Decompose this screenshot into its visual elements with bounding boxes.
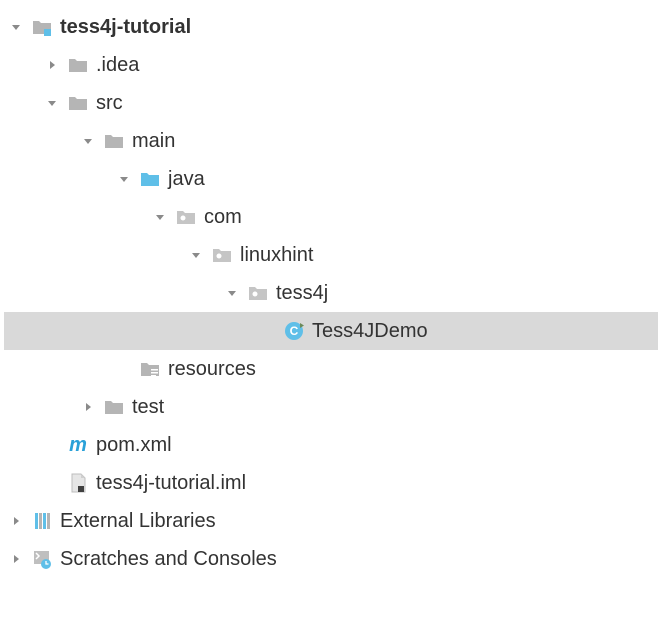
tree-row-test[interactable]: test — [4, 388, 658, 426]
chevron-down-icon[interactable] — [152, 209, 168, 225]
resources-label: resources — [168, 358, 256, 381]
folder-icon — [102, 395, 126, 419]
libraries-icon — [30, 509, 54, 533]
package-icon — [246, 281, 270, 305]
tree-row-tess4j-pkg[interactable]: tess4j — [4, 274, 658, 312]
external-libraries-label: External Libraries — [60, 510, 216, 533]
chevron-down-icon[interactable] — [44, 95, 60, 111]
maven-icon: m — [66, 433, 90, 457]
chevron-down-icon[interactable] — [116, 171, 132, 187]
svg-text:C: C — [290, 324, 299, 338]
tree-row-resources[interactable]: resources — [4, 350, 658, 388]
folder-icon — [102, 129, 126, 153]
chevron-down-icon[interactable] — [8, 19, 24, 35]
folder-icon — [66, 91, 90, 115]
source-folder-icon — [138, 167, 162, 191]
package-icon — [210, 243, 234, 267]
tree-row-project[interactable]: tess4j-tutorial — [4, 8, 658, 46]
tree-row-linuxhint[interactable]: linuxhint — [4, 236, 658, 274]
project-folder-icon — [30, 15, 54, 39]
iml-file-icon — [66, 471, 90, 495]
tree-row-idea[interactable]: .idea — [4, 46, 658, 84]
src-label: src — [96, 92, 123, 115]
test-label: test — [132, 396, 164, 419]
java-class-icon: C — [282, 319, 306, 343]
folder-icon — [66, 53, 90, 77]
tree-row-scratches[interactable]: Scratches and Consoles — [4, 540, 658, 578]
pom-label: pom.xml — [96, 434, 172, 457]
tree-row-src[interactable]: src — [4, 84, 658, 122]
scratches-icon — [30, 547, 54, 571]
tree-row-pom[interactable]: m pom.xml — [4, 426, 658, 464]
chevron-right-icon[interactable] — [8, 551, 24, 567]
package-icon — [174, 205, 198, 229]
chevron-down-icon[interactable] — [188, 247, 204, 263]
main-label: main — [132, 130, 175, 153]
chevron-down-icon[interactable] — [224, 285, 240, 301]
tess4j-pkg-label: tess4j — [276, 282, 328, 305]
tess4jdemo-label: Tess4JDemo — [312, 320, 428, 343]
java-label: java — [168, 168, 205, 191]
tree-row-com[interactable]: com — [4, 198, 658, 236]
iml-label: tess4j-tutorial.iml — [96, 472, 246, 495]
chevron-right-icon[interactable] — [80, 399, 96, 415]
chevron-down-icon[interactable] — [80, 133, 96, 149]
tree-row-main[interactable]: main — [4, 122, 658, 160]
idea-label: .idea — [96, 54, 139, 77]
chevron-right-icon[interactable] — [44, 57, 60, 73]
com-label: com — [204, 206, 242, 229]
resources-folder-icon — [138, 357, 162, 381]
tree-row-java[interactable]: java — [4, 160, 658, 198]
tree-row-iml[interactable]: tess4j-tutorial.iml — [4, 464, 658, 502]
linuxhint-label: linuxhint — [240, 244, 313, 267]
project-label: tess4j-tutorial — [60, 16, 191, 39]
tree-row-tess4jdemo[interactable]: C Tess4JDemo — [4, 312, 658, 350]
scratches-label: Scratches and Consoles — [60, 548, 277, 571]
tree-row-external-libraries[interactable]: External Libraries — [4, 502, 658, 540]
chevron-right-icon[interactable] — [8, 513, 24, 529]
